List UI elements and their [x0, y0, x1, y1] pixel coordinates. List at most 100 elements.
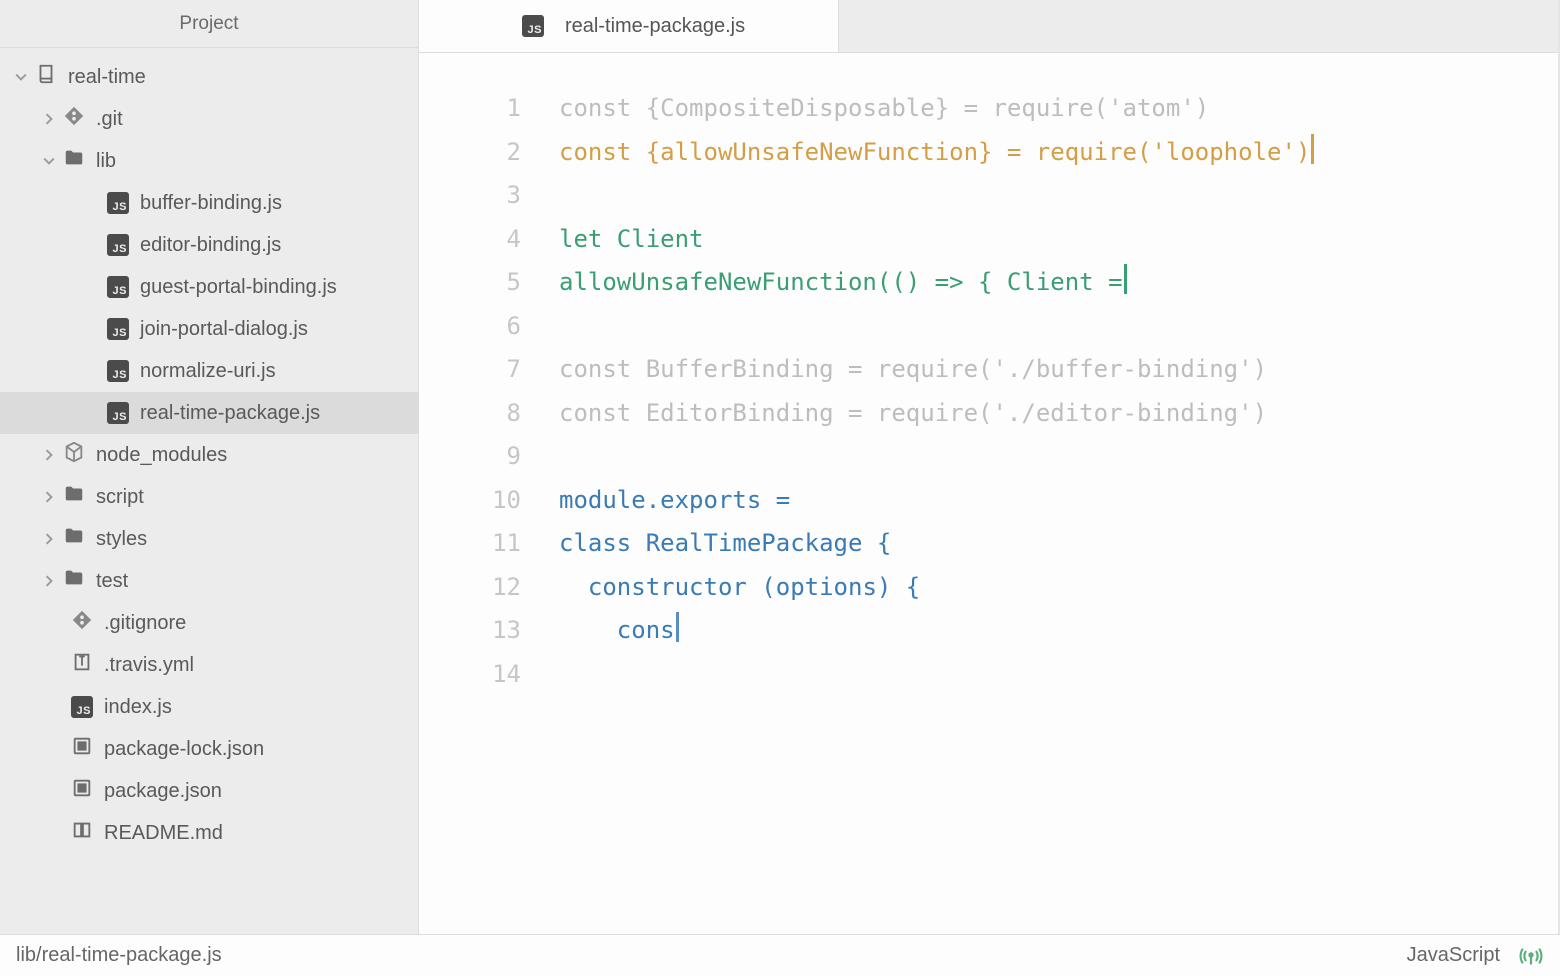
code-token: './editor-binding': [992, 399, 1252, 427]
code-token: const: [559, 94, 646, 122]
code-line[interactable]: allowUnsafeNewFunction(() => { Client =: [559, 261, 1558, 305]
code-token: .: [646, 486, 660, 514]
cursor: [676, 612, 679, 642]
code-token: './buffer-binding': [992, 355, 1252, 383]
code-token: const: [559, 399, 646, 427]
tree-item-guest-portal-binding-js[interactable]: JS guest-portal-binding.js: [0, 266, 418, 308]
code-line[interactable]: const EditorBinding = require('./editor-…: [559, 392, 1558, 436]
chevron-right-icon[interactable]: [42, 533, 56, 545]
tree-item-label: real-time-package.js: [140, 402, 320, 425]
tree-item-test[interactable]: test: [0, 560, 418, 602]
code-line[interactable]: [559, 653, 1558, 697]
broadcast-icon[interactable]: [1518, 943, 1544, 969]
code-token: ): [1253, 399, 1267, 427]
file-tree: real-time.gitlibJSbuffer-binding.jsJSedi…: [0, 48, 418, 854]
folder-icon: [62, 527, 86, 551]
tree-item-join-portal-dialog-js[interactable]: JSjoin-portal-dialog.js: [0, 308, 418, 350]
tab-filename: real-time-package.js: [565, 15, 745, 38]
code-line[interactable]: [559, 174, 1558, 218]
code-line[interactable]: const {allowUnsafeNewFunction} = require…: [559, 131, 1558, 175]
folder-icon: [62, 485, 86, 509]
line-number: 7: [419, 348, 521, 392]
tree-item-real-time[interactable]: real-time: [0, 56, 418, 98]
code-line[interactable]: module.exports =: [559, 479, 1558, 523]
code-token: =: [776, 486, 790, 514]
js-file-icon: JS: [521, 14, 545, 38]
status-bar: lib/real-time-package.js JavaScript: [0, 934, 1560, 976]
tree-item-label: .git: [96, 108, 123, 131]
line-number: 6: [419, 305, 521, 349]
tree-item-label: script: [96, 486, 144, 509]
tree-item-editor-binding-js[interactable]: JSeditor-binding.js: [0, 224, 418, 266]
code-token: {CompositeDisposable} = require(: [646, 94, 1108, 122]
project-sidebar: Project real-time.gitlibJSbuffer-binding…: [0, 0, 419, 934]
js-icon: JS: [70, 695, 94, 719]
status-path: lib/real-time-package.js: [16, 944, 222, 967]
code-line[interactable]: const {CompositeDisposable} = require('a…: [559, 87, 1558, 131]
tree-item-index-js[interactable]: JSindex.js: [0, 686, 418, 728]
chevron-down-icon[interactable]: [42, 155, 56, 167]
git-icon: [70, 611, 94, 635]
tree-item-package-json[interactable]: package.json: [0, 770, 418, 812]
code-token: allowUnsafeNewFunction(() => { Client =: [559, 268, 1123, 296]
code-token: RealTimePackage: [646, 529, 877, 557]
code-line[interactable]: [559, 435, 1558, 479]
code-token: const: [559, 138, 646, 166]
tab-active[interactable]: JS real-time-package.js: [419, 0, 839, 52]
code-line[interactable]: const BufferBinding = require('./buffer-…: [559, 348, 1558, 392]
code-token: class: [559, 529, 646, 557]
tree-item--git[interactable]: .git: [0, 98, 418, 140]
folder-icon: [62, 149, 86, 173]
code-token: {allowUnsafeNewFunction} = require(: [646, 138, 1152, 166]
chevron-right-icon[interactable]: [42, 449, 56, 461]
js-icon: JS: [106, 275, 130, 299]
code-line[interactable]: constructor (options) {: [559, 566, 1558, 610]
tree-item-label: real-time: [68, 66, 146, 89]
status-language[interactable]: JavaScript: [1407, 944, 1500, 967]
line-gutter: 1234567891011121314: [419, 87, 559, 934]
code-token: let: [559, 225, 617, 253]
tree-item-package-lock-json[interactable]: package-lock.json: [0, 728, 418, 770]
code-line[interactable]: cons: [559, 609, 1558, 653]
code-editor[interactable]: 1234567891011121314 const {CompositeDisp…: [419, 53, 1558, 934]
editor-pane: JS real-time-package.js 1234567891011121…: [419, 0, 1560, 934]
line-number: 2: [419, 131, 521, 175]
tree-item-buffer-binding-js[interactable]: JSbuffer-binding.js: [0, 182, 418, 224]
line-number: 9: [419, 435, 521, 479]
code-token: module: [559, 486, 646, 514]
tree-item-real-time-package-js[interactable]: JS real-time-package.js: [0, 392, 418, 434]
tree-item-label: guest-portal-binding.js: [140, 276, 337, 299]
tree-item-label: buffer-binding.js: [140, 192, 282, 215]
line-number: 4: [419, 218, 521, 262]
line-number: 8: [419, 392, 521, 436]
tree-item-readme-md[interactable]: README.md: [0, 812, 418, 854]
tree-item-node-modules[interactable]: node_modules: [0, 434, 418, 476]
json-icon: [70, 737, 94, 761]
sidebar-title: Project: [0, 0, 418, 48]
code-lines[interactable]: const {CompositeDisposable} = require('a…: [559, 87, 1558, 934]
line-number: 12: [419, 566, 521, 610]
code-line[interactable]: [559, 305, 1558, 349]
line-number: 13: [419, 609, 521, 653]
line-number: 5: [419, 261, 521, 305]
code-token: cons: [559, 616, 675, 644]
folder-icon: [62, 569, 86, 593]
tree-item--gitignore[interactable]: .gitignore: [0, 602, 418, 644]
tree-item-lib[interactable]: lib: [0, 140, 418, 182]
code-line[interactable]: let Client: [559, 218, 1558, 262]
tree-item--travis-yml[interactable]: .travis.yml: [0, 644, 418, 686]
code-line[interactable]: class RealTimePackage {: [559, 522, 1558, 566]
tree-item-normalize-uri-js[interactable]: JSnormalize-uri.js: [0, 350, 418, 392]
chevron-right-icon[interactable]: [42, 113, 56, 125]
tree-item-script[interactable]: script: [0, 476, 418, 518]
git-icon: [62, 107, 86, 131]
js-icon: JS: [106, 401, 130, 425]
txt-icon: [70, 653, 94, 677]
chevron-right-icon[interactable]: [42, 491, 56, 503]
chevron-down-icon[interactable]: [14, 71, 28, 83]
tree-item-styles[interactable]: styles: [0, 518, 418, 560]
modules-icon: [62, 443, 86, 467]
chevron-right-icon[interactable]: [42, 575, 56, 587]
line-number: 3: [419, 174, 521, 218]
js-icon: JS: [106, 359, 130, 383]
